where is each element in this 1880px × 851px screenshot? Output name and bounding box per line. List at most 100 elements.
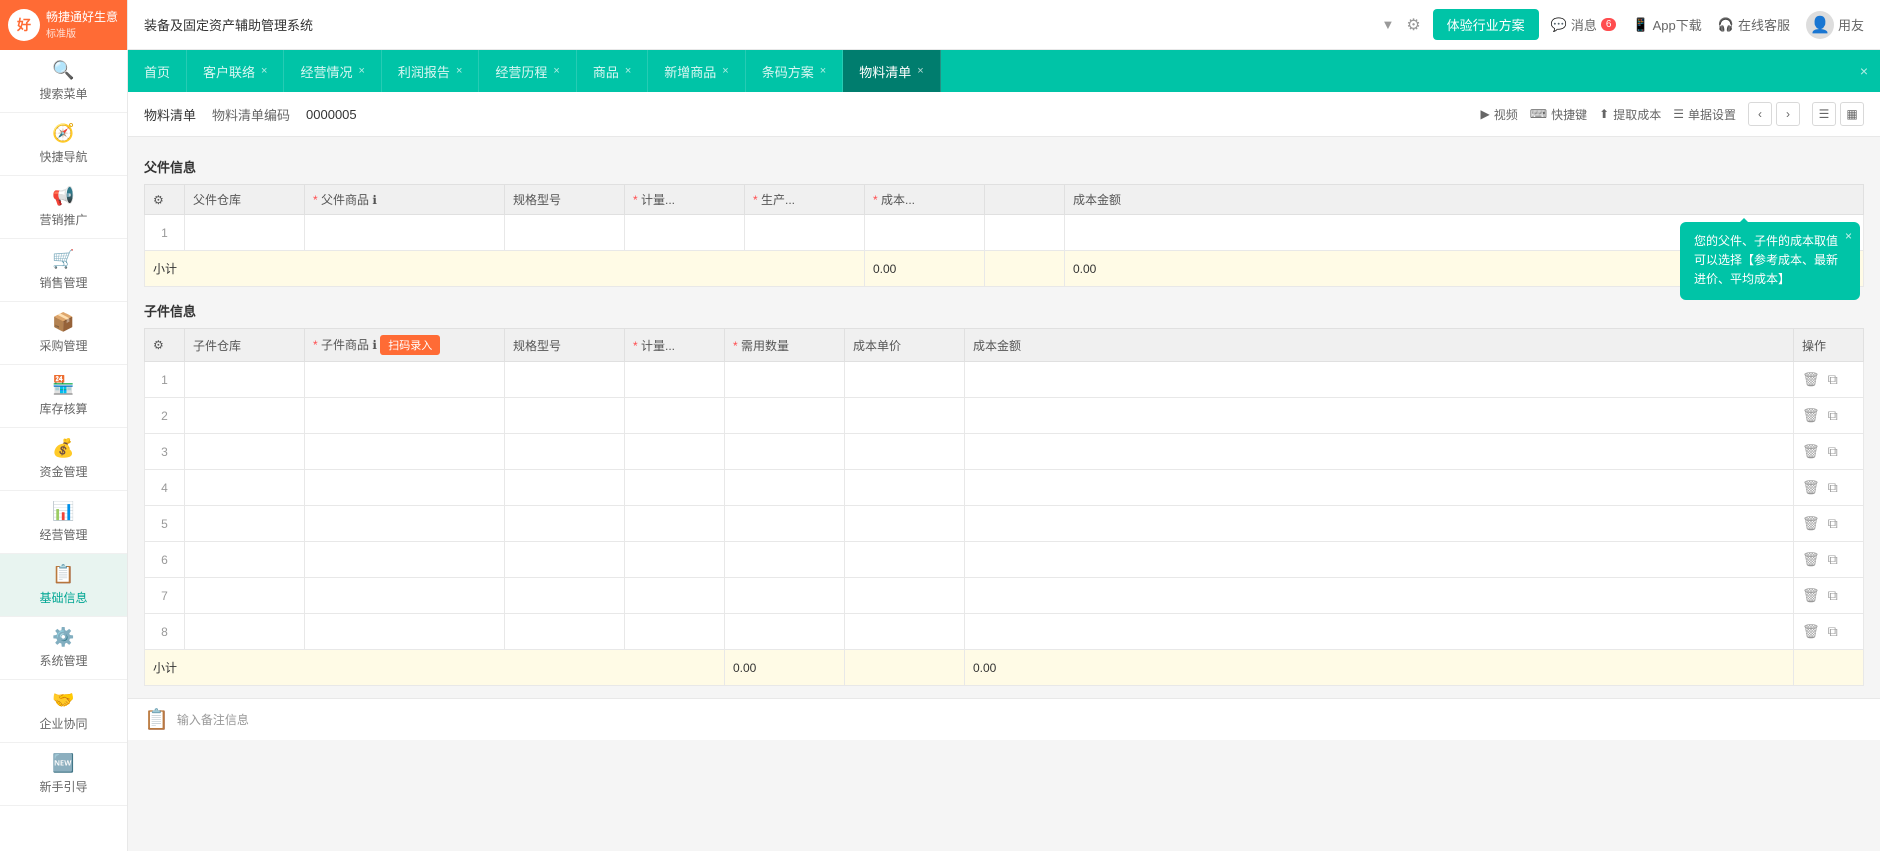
child-cell-amount[interactable] <box>965 434 1794 470</box>
parent-cell-unit[interactable] <box>625 215 745 251</box>
child-cell-qty[interactable] <box>725 506 845 542</box>
sidebar-item-finance[interactable]: 💰 资金管理 <box>0 428 127 491</box>
child-cell-goods[interactable] <box>305 614 505 650</box>
tab-goods[interactable]: 商品 × <box>577 50 648 92</box>
parent-cell-warehouse[interactable] <box>185 215 305 251</box>
child-cell-amount[interactable] <box>965 614 1794 650</box>
tab-new-goods-close[interactable]: × <box>722 65 728 77</box>
scan-btn[interactable]: 扫码录入 <box>380 335 440 355</box>
tab-home[interactable]: 首页 <box>128 50 187 92</box>
delete-icon[interactable]: 🗑 <box>1802 515 1820 532</box>
child-cell-unit[interactable] <box>625 542 725 578</box>
delete-icon[interactable]: 🗑 <box>1802 443 1820 460</box>
copy-icon[interactable]: ⧉ <box>1828 551 1838 568</box>
parent-cell-goods[interactable] <box>305 215 505 251</box>
dropdown-arrow-icon[interactable]: ▼ <box>1381 17 1394 32</box>
child-cell-warehouse[interactable] <box>185 362 305 398</box>
child-cell-unit-cost[interactable] <box>845 614 965 650</box>
child-cell-unit[interactable] <box>625 398 725 434</box>
tab-customer[interactable]: 客户联络 × <box>187 50 284 92</box>
sidebar-item-guide[interactable]: 🆕 新手引导 <box>0 743 127 806</box>
user-area[interactable]: 👤 用友 <box>1806 11 1864 39</box>
child-cell-amount[interactable] <box>965 506 1794 542</box>
sidebar-item-system[interactable]: ⚙️ 系统管理 <box>0 617 127 680</box>
sidebar-item-purchase[interactable]: 📦 采购管理 <box>0 302 127 365</box>
child-cell-unit-cost[interactable] <box>845 506 965 542</box>
delete-icon[interactable]: 🗑 <box>1802 623 1820 640</box>
child-cell-warehouse[interactable] <box>185 542 305 578</box>
delete-icon[interactable]: 🗑 <box>1802 371 1820 388</box>
child-cell-amount[interactable] <box>965 470 1794 506</box>
extract-cost-btn[interactable]: ⬆ 提取成本 <box>1599 106 1661 123</box>
sidebar-item-search[interactable]: 🔍 搜索菜单 <box>0 50 127 113</box>
child-cell-qty[interactable] <box>725 614 845 650</box>
child-cell-goods[interactable] <box>305 542 505 578</box>
child-cell-spec[interactable] <box>505 506 625 542</box>
tab-bom-close[interactable]: × <box>917 65 923 77</box>
child-cell-amount[interactable] <box>965 542 1794 578</box>
child-cell-unit[interactable] <box>625 470 725 506</box>
child-cell-amount[interactable] <box>965 578 1794 614</box>
child-cell-unit[interactable] <box>625 614 725 650</box>
child-cell-spec[interactable] <box>505 578 625 614</box>
tab-barcode-close[interactable]: × <box>820 65 826 77</box>
delete-icon[interactable]: 🗑 <box>1802 479 1820 496</box>
child-cell-qty[interactable] <box>725 470 845 506</box>
child-cell-goods[interactable] <box>305 506 505 542</box>
child-cell-warehouse[interactable] <box>185 614 305 650</box>
sidebar-item-basic[interactable]: 📋 基础信息 <box>0 554 127 617</box>
parent-cell-spec[interactable] <box>505 215 625 251</box>
tab-barcode[interactable]: 条码方案 × <box>746 50 843 92</box>
sidebar-item-nav[interactable]: 🧭 快捷导航 <box>0 113 127 176</box>
child-cell-unit-cost[interactable] <box>845 578 965 614</box>
tab-operation-status[interactable]: 经营情况 × <box>284 50 381 92</box>
copy-icon[interactable]: ⧉ <box>1828 407 1838 424</box>
child-cell-spec[interactable] <box>505 470 625 506</box>
tooltip-close-btn[interactable]: × <box>1845 227 1852 246</box>
tab-operation-status-close[interactable]: × <box>358 65 364 77</box>
delete-icon[interactable]: 🗑 <box>1802 587 1820 604</box>
child-cell-unit-cost[interactable] <box>845 362 965 398</box>
child-cell-unit-cost[interactable] <box>845 434 965 470</box>
child-cell-amount[interactable] <box>965 398 1794 434</box>
child-cell-warehouse[interactable] <box>185 578 305 614</box>
list-view-btn[interactable]: ☰ <box>1812 102 1836 126</box>
child-cell-goods[interactable] <box>305 362 505 398</box>
nav-close-all[interactable]: × <box>1848 50 1880 92</box>
child-cell-unit-cost[interactable] <box>845 398 965 434</box>
tab-bom[interactable]: 物料清单 × <box>843 50 940 92</box>
experience-btn[interactable]: 体验行业方案 <box>1433 9 1539 40</box>
child-cell-amount[interactable] <box>965 362 1794 398</box>
child-cell-unit[interactable] <box>625 506 725 542</box>
parent-cell-cost[interactable] <box>865 215 985 251</box>
child-cell-warehouse[interactable] <box>185 506 305 542</box>
child-cell-qty[interactable] <box>725 362 845 398</box>
child-cell-goods[interactable] <box>305 398 505 434</box>
tab-new-goods[interactable]: 新增商品 × <box>648 50 745 92</box>
child-cell-warehouse[interactable] <box>185 470 305 506</box>
copy-icon[interactable]: ⧉ <box>1828 479 1838 496</box>
child-cell-goods[interactable] <box>305 578 505 614</box>
prev-btn[interactable]: ‹ <box>1748 102 1772 126</box>
child-cell-unit-cost[interactable] <box>845 542 965 578</box>
copy-icon[interactable]: ⧉ <box>1828 371 1838 388</box>
tab-goods-close[interactable]: × <box>625 65 631 77</box>
next-btn[interactable]: › <box>1776 102 1800 126</box>
gear-icon[interactable]: ⚙ <box>1406 15 1420 35</box>
tab-customer-close[interactable]: × <box>261 65 267 77</box>
grid-view-btn[interactable]: ▦ <box>1840 102 1864 126</box>
child-cell-warehouse[interactable] <box>185 434 305 470</box>
copy-icon[interactable]: ⧉ <box>1828 515 1838 532</box>
child-cell-unit-cost[interactable] <box>845 470 965 506</box>
tab-operation-history[interactable]: 经营历程 × <box>479 50 576 92</box>
sidebar-item-sales[interactable]: 🛒 销售管理 <box>0 239 127 302</box>
delete-icon[interactable]: 🗑 <box>1802 407 1820 424</box>
child-cell-spec[interactable] <box>505 614 625 650</box>
child-cell-spec[interactable] <box>505 398 625 434</box>
child-cell-goods[interactable] <box>305 434 505 470</box>
sidebar-item-marketing[interactable]: 📢 营销推广 <box>0 176 127 239</box>
child-col-settings[interactable]: ⚙ <box>145 329 185 362</box>
child-cell-warehouse[interactable] <box>185 398 305 434</box>
note-placeholder[interactable]: 输入备注信息 <box>177 711 249 728</box>
delete-icon[interactable]: 🗑 <box>1802 551 1820 568</box>
